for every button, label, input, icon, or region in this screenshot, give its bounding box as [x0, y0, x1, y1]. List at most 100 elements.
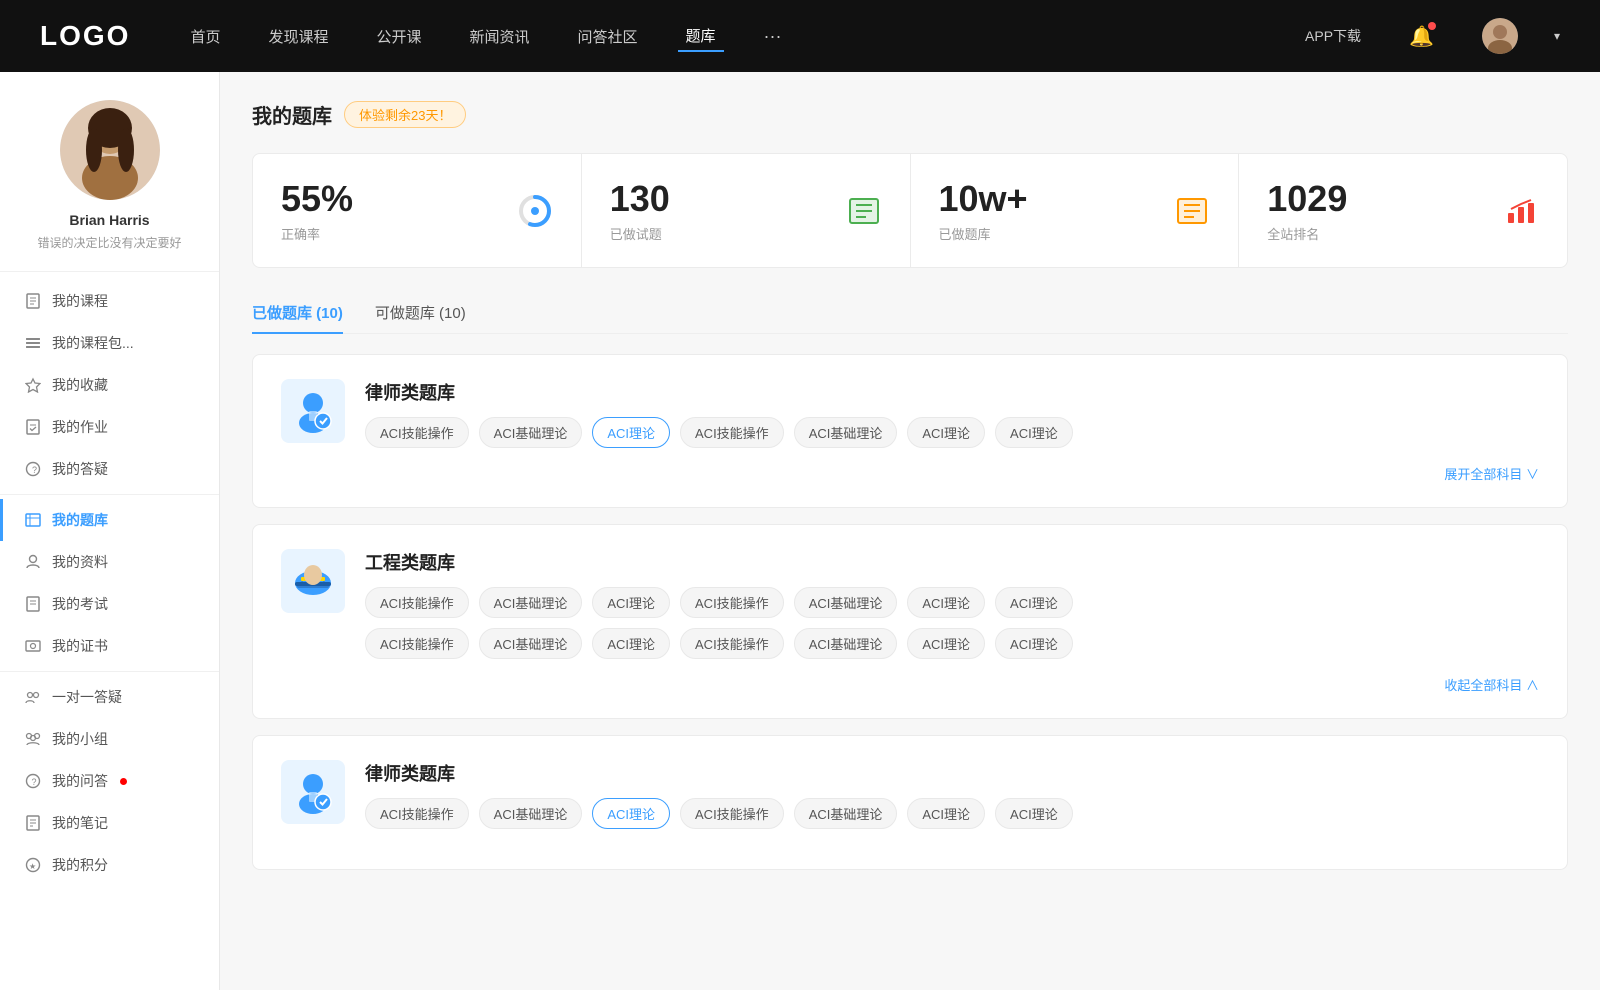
qbank-card-2-header: 工程类题库 ACI技能操作 ACI基础理论 ACI理论 ACI技能操作 ACI基…: [281, 549, 1539, 659]
stat-done-banks-icon: [1174, 193, 1210, 229]
sidebar-item-notes[interactable]: 我的笔记: [0, 802, 219, 844]
qbank-card-2-tags-row2: ACI技能操作 ACI基础理论 ACI理论 ACI技能操作 ACI基础理论 AC…: [365, 628, 1539, 659]
sidebar-item-homework[interactable]: 我的作业: [0, 406, 219, 448]
sidebar-item-question[interactable]: ? 我的答疑: [0, 448, 219, 490]
qbank-lawyer-1-icon: [281, 379, 345, 443]
1on1-icon: [24, 688, 42, 706]
qbank-tag[interactable]: ACI理论: [592, 587, 670, 618]
sidebar-item-exam[interactable]: 我的考试: [0, 583, 219, 625]
qbank-card-2-title: 工程类题库: [365, 549, 1539, 575]
sidebar-menu: 我的课程 我的课程包... 我的收藏 我的作业: [0, 272, 219, 894]
qbank-collapse-2[interactable]: 收起全部科目 ∧: [281, 675, 1539, 694]
stat-rank-value: 1029: [1267, 178, 1487, 220]
nav-home[interactable]: 首页: [182, 22, 228, 51]
sidebar-profile-label: 我的资料: [52, 552, 108, 572]
course-icon: [24, 292, 42, 310]
sidebar-question-label: 我的答疑: [52, 459, 108, 479]
sidebar-item-group[interactable]: 我的小组: [0, 718, 219, 760]
sidebar-item-package[interactable]: 我的课程包...: [0, 322, 219, 364]
qbank-tag[interactable]: ACI理论: [907, 798, 985, 829]
qbank-tag[interactable]: ACI理论: [907, 628, 985, 659]
qbank-card-2-info: 工程类题库 ACI技能操作 ACI基础理论 ACI理论 ACI技能操作 ACI基…: [365, 549, 1539, 659]
qbank-expand-1[interactable]: 展开全部科目 ∨: [281, 464, 1539, 483]
qbank-tag[interactable]: ACI技能操作: [365, 587, 469, 618]
nav-avatar[interactable]: [1482, 18, 1518, 54]
qbank-card-3-header: 律师类题库 ACI技能操作 ACI基础理论 ACI理论 ACI技能操作 ACI基…: [281, 760, 1539, 829]
nav-bell-icon[interactable]: 🔔: [1409, 24, 1434, 49]
nav-chevron-icon[interactable]: ▾: [1554, 29, 1560, 43]
qbank-card-3-tags: ACI技能操作 ACI基础理论 ACI理论 ACI技能操作 ACI基础理论 AC…: [365, 798, 1539, 829]
qbank-tag[interactable]: ACI技能操作: [365, 628, 469, 659]
avatar: [60, 100, 160, 200]
nav-open-course[interactable]: 公开课: [368, 22, 429, 51]
sidebar-item-collect[interactable]: 我的收藏: [0, 364, 219, 406]
nav-news[interactable]: 新闻资讯: [462, 22, 538, 51]
qbank-tag[interactable]: ACI技能操作: [365, 798, 469, 829]
sidebar-divider-2: [0, 671, 219, 672]
stat-rank-icon: [1503, 193, 1539, 229]
exam-icon: [24, 595, 42, 613]
qbank-tag[interactable]: ACI理论: [995, 587, 1073, 618]
nav-more[interactable]: ···: [756, 22, 790, 51]
sidebar-exam-label: 我的考试: [52, 594, 108, 614]
tab-done[interactable]: 已做题库 (10): [252, 292, 343, 333]
sidebar-item-profile[interactable]: 我的资料: [0, 541, 219, 583]
qbank-tag[interactable]: ACI理论: [592, 628, 670, 659]
page-title: 我的题库: [252, 100, 332, 129]
qbank-tabs: 已做题库 (10) 可做题库 (10): [252, 292, 1568, 334]
sidebar-item-qbank[interactable]: 我的题库: [0, 499, 219, 541]
stat-done-questions-label: 已做试题: [610, 224, 830, 243]
sidebar-package-label: 我的课程包...: [52, 333, 134, 353]
nav-discover[interactable]: 发现课程: [260, 22, 336, 51]
sidebar-1on1-label: 一对一答疑: [52, 687, 122, 707]
qbank-tag[interactable]: ACI基础理论: [479, 628, 583, 659]
sidebar-group-label: 我的小组: [52, 729, 108, 749]
qbank-card-lawyer-1: 律师类题库 ACI技能操作 ACI基础理论 ACI理论 ACI技能操作 ACI基…: [252, 354, 1568, 508]
nav-qbank[interactable]: 题库: [678, 21, 724, 52]
qbank-tag[interactable]: ACI基础理论: [479, 417, 583, 448]
stat-correct-rate-icon: [517, 193, 553, 229]
nav-qa[interactable]: 问答社区: [570, 22, 646, 51]
qbank-tag-selected[interactable]: ACI理论: [592, 417, 670, 448]
qbank-tag[interactable]: ACI基础理论: [479, 587, 583, 618]
qbank-tag[interactable]: ACI理论: [907, 417, 985, 448]
group-icon: [24, 730, 42, 748]
qbank-tag[interactable]: ACI技能操作: [365, 417, 469, 448]
navbar: LOGO 首页 发现课程 公开课 新闻资讯 问答社区 题库 ··· APP下载 …: [0, 0, 1600, 72]
qbank-tag[interactable]: ACI技能操作: [680, 798, 784, 829]
qbank-tag[interactable]: ACI理论: [995, 798, 1073, 829]
nav-app-download[interactable]: APP下载: [1305, 26, 1361, 46]
svg-text:?: ?: [32, 777, 37, 787]
sidebar-item-points[interactable]: ★ 我的积分: [0, 844, 219, 886]
logo[interactable]: LOGO: [40, 20, 130, 52]
sidebar-points-label: 我的积分: [52, 855, 108, 875]
tab-available[interactable]: 可做题库 (10): [375, 292, 466, 333]
qbank-tag[interactable]: ACI基础理论: [479, 798, 583, 829]
qbank-engineer-icon: [281, 549, 345, 613]
sidebar-item-1on1[interactable]: 一对一答疑: [0, 676, 219, 718]
qbank-tag[interactable]: ACI技能操作: [680, 587, 784, 618]
qbank-card-lawyer-2: 律师类题库 ACI技能操作 ACI基础理论 ACI理论 ACI技能操作 ACI基…: [252, 735, 1568, 870]
qbank-tag-selected[interactable]: ACI理论: [592, 798, 670, 829]
qbank-tag[interactable]: ACI理论: [995, 628, 1073, 659]
qbank-tag[interactable]: ACI基础理论: [794, 587, 898, 618]
stats-row: 55% 正确率 130 已做试题: [252, 153, 1568, 268]
sidebar-notes-label: 我的笔记: [52, 813, 108, 833]
qbank-tag[interactable]: ACI基础理论: [794, 417, 898, 448]
qbank-card-1-info: 律师类题库 ACI技能操作 ACI基础理论 ACI理论 ACI技能操作 ACI基…: [365, 379, 1539, 448]
qbank-card-3-title: 律师类题库: [365, 760, 1539, 786]
qbank-tag[interactable]: ACI技能操作: [680, 417, 784, 448]
sidebar: Brian Harris 错误的决定比没有决定要好 我的课程 我的课程包...: [0, 72, 220, 990]
stat-correct-rate-value: 55%: [281, 178, 501, 220]
qbank-tag[interactable]: ACI基础理论: [794, 798, 898, 829]
qbank-tag[interactable]: ACI理论: [995, 417, 1073, 448]
qbank-card-1-header: 律师类题库 ACI技能操作 ACI基础理论 ACI理论 ACI技能操作 ACI基…: [281, 379, 1539, 448]
qbank-tag[interactable]: ACI技能操作: [680, 628, 784, 659]
qbank-tag[interactable]: ACI理论: [907, 587, 985, 618]
sidebar-item-course[interactable]: 我的课程: [0, 280, 219, 322]
sidebar-item-myqa[interactable]: ? 我的问答: [0, 760, 219, 802]
qbank-tag[interactable]: ACI基础理论: [794, 628, 898, 659]
stat-rank-label: 全站排名: [1267, 224, 1487, 243]
myqa-red-dot: [120, 778, 127, 785]
sidebar-item-certificate[interactable]: 我的证书: [0, 625, 219, 667]
